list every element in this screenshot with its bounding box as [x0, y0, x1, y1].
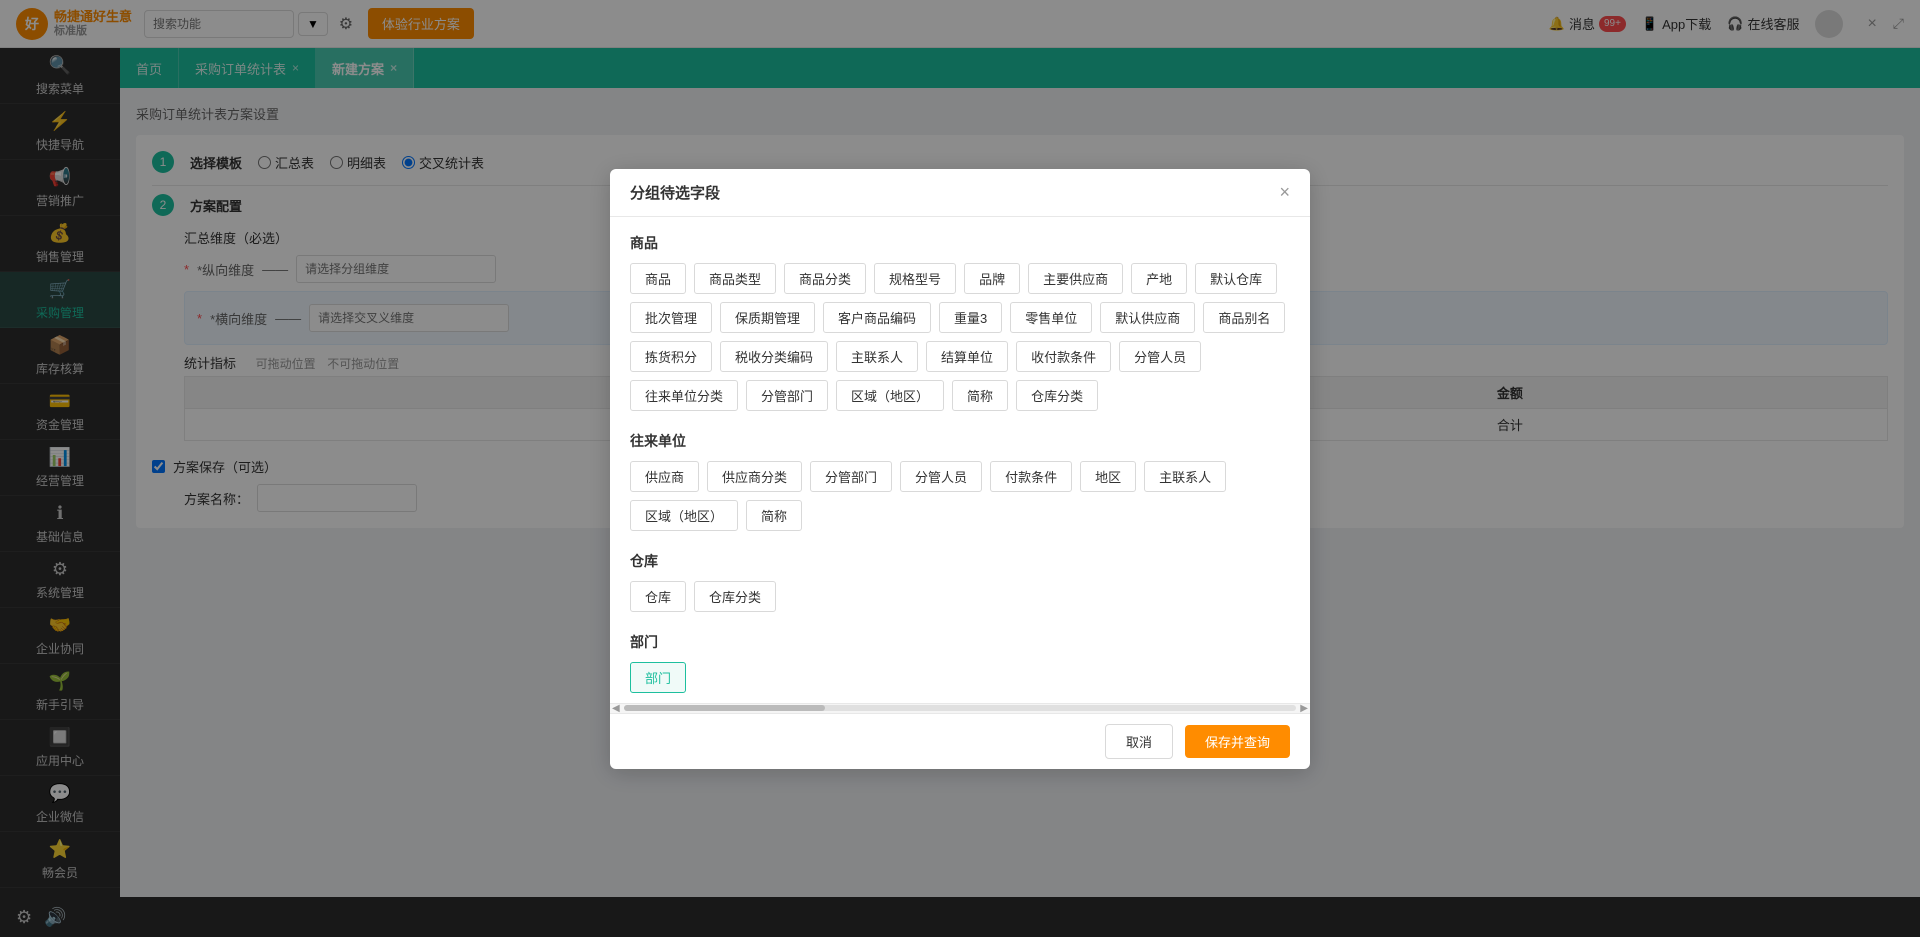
- tag-region2[interactable]: 地区: [1080, 461, 1136, 492]
- confirm-button[interactable]: 保存并查询: [1185, 725, 1290, 758]
- modal-horizontal-scrollbar[interactable]: ◀ ▶: [610, 703, 1310, 713]
- tag-retail-unit[interactable]: 零售单位: [1010, 302, 1092, 333]
- section-product: 商品 商品 商品类型 商品分类 规格型号 品牌 主要供应商 产地 默认仓库 批次…: [630, 233, 1290, 411]
- overlay: 分组待选字段 × 商品 商品 商品类型 商品分类 规格型号 品牌 主要供应商 产…: [0, 0, 1920, 937]
- section-counterpart-title: 往来单位: [630, 431, 1290, 451]
- modal-close-button[interactable]: ×: [1279, 182, 1290, 203]
- tag-warehouse[interactable]: 仓库: [630, 581, 686, 612]
- tag-origin[interactable]: 产地: [1131, 263, 1187, 294]
- modal-header: 分组待选字段 ×: [610, 169, 1310, 217]
- tag-short-name2[interactable]: 简称: [746, 500, 802, 531]
- tag-supplier-category[interactable]: 供应商分类: [707, 461, 802, 492]
- tag-product[interactable]: 商品: [630, 263, 686, 294]
- section-dept-title: 部门: [630, 632, 1290, 652]
- tag-tax-code[interactable]: 税收分类编码: [720, 341, 828, 372]
- tag-main-supplier[interactable]: 主要供应商: [1028, 263, 1123, 294]
- tag-pick-points[interactable]: 拣货积分: [630, 341, 712, 372]
- hscroll-thumb[interactable]: [624, 705, 826, 711]
- section-warehouse: 仓库 仓库 仓库分类: [630, 551, 1290, 612]
- tag-warehouse-category[interactable]: 仓库分类: [1016, 380, 1098, 411]
- tag-weight3[interactable]: 重量3: [939, 302, 1002, 333]
- tag-brand[interactable]: 品牌: [964, 263, 1020, 294]
- modal-body[interactable]: 商品 商品 商品类型 商品分类 规格型号 品牌 主要供应商 产地 默认仓库 批次…: [610, 217, 1310, 703]
- section-counterpart-tags: 供应商 供应商分类 分管部门 分管人员 付款条件 地区 主联系人 区域（地区） …: [630, 461, 1290, 531]
- tag-main-contact2[interactable]: 主联系人: [1144, 461, 1226, 492]
- tag-region-area[interactable]: 区域（地区）: [630, 500, 738, 531]
- tag-payment-cond[interactable]: 付款条件: [990, 461, 1072, 492]
- section-warehouse-tags: 仓库 仓库分类: [630, 581, 1290, 612]
- tag-customer-code[interactable]: 客户商品编码: [823, 302, 931, 333]
- section-counterpart: 往来单位 供应商 供应商分类 分管部门 分管人员 付款条件 地区 主联系人 区域…: [630, 431, 1290, 531]
- tag-dept2[interactable]: 分管部门: [810, 461, 892, 492]
- tag-region[interactable]: 区域（地区）: [836, 380, 944, 411]
- tag-supervisor[interactable]: 分管人员: [1119, 341, 1201, 372]
- section-dept-tags: 部门: [630, 662, 1290, 693]
- tag-default-supplier[interactable]: 默认供应商: [1100, 302, 1195, 333]
- section-dept: 部门 部门: [630, 632, 1290, 693]
- section-warehouse-title: 仓库: [630, 551, 1290, 571]
- modal-title: 分组待选字段: [630, 182, 720, 203]
- tag-product-type[interactable]: 商品类型: [694, 263, 776, 294]
- tag-product-category[interactable]: 商品分类: [784, 263, 866, 294]
- tag-main-contact[interactable]: 主联系人: [836, 341, 918, 372]
- tag-dept[interactable]: 分管部门: [746, 380, 828, 411]
- tag-expiry-mgmt[interactable]: 保质期管理: [720, 302, 815, 333]
- modal: 分组待选字段 × 商品 商品 商品类型 商品分类 规格型号 品牌 主要供应商 产…: [610, 169, 1310, 769]
- tag-supervisor2[interactable]: 分管人员: [900, 461, 982, 492]
- section-product-tags: 商品 商品类型 商品分类 规格型号 品牌 主要供应商 产地 默认仓库 批次管理 …: [630, 263, 1290, 411]
- tag-batch-mgmt[interactable]: 批次管理: [630, 302, 712, 333]
- tag-short-name[interactable]: 简称: [952, 380, 1008, 411]
- tag-product-alias[interactable]: 商品别名: [1203, 302, 1285, 333]
- tag-department[interactable]: 部门: [630, 662, 686, 693]
- tag-spec-model[interactable]: 规格型号: [874, 263, 956, 294]
- tag-warehouse-cat[interactable]: 仓库分类: [694, 581, 776, 612]
- cancel-button[interactable]: 取消: [1105, 724, 1173, 759]
- section-product-title: 商品: [630, 233, 1290, 253]
- modal-footer: 取消 保存并查询: [610, 713, 1310, 769]
- tag-supplier[interactable]: 供应商: [630, 461, 699, 492]
- tag-payment-terms[interactable]: 收付款条件: [1016, 341, 1111, 372]
- tag-settle-unit[interactable]: 结算单位: [926, 341, 1008, 372]
- tag-counterpart-category[interactable]: 往来单位分类: [630, 380, 738, 411]
- tag-default-warehouse[interactable]: 默认仓库: [1195, 263, 1277, 294]
- hscroll-track[interactable]: [624, 705, 1297, 711]
